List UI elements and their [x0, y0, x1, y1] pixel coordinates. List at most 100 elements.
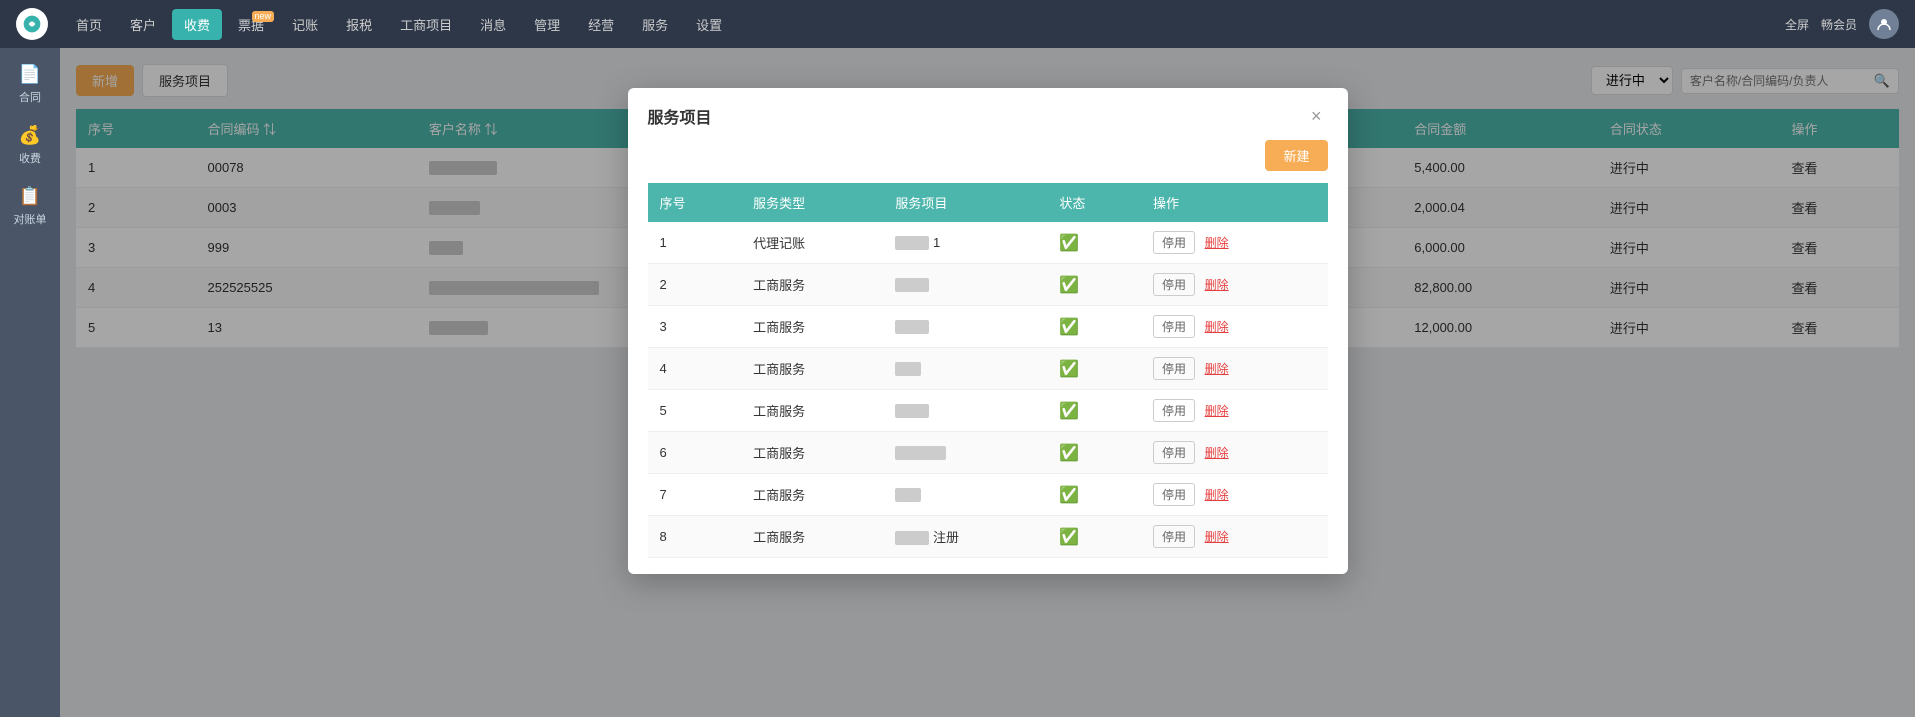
stop-button[interactable]: 停用	[1153, 231, 1195, 254]
modal-table-row: 6 工商服务 ██████ ✅ 停用 删除	[648, 432, 1328, 474]
modal-close-button[interactable]: ×	[1305, 105, 1328, 127]
status-check-icon: ✅	[1059, 319, 1079, 336]
modal-title: 服务项目	[648, 104, 712, 128]
sidebar-item-contract-label: 合同	[19, 89, 41, 105]
modal-cell-item: ████	[883, 390, 1047, 432]
modal-table-row: 3 工商服务 ████ ✅ 停用 删除	[648, 306, 1328, 348]
modal-col-type: 服务类型	[741, 183, 883, 222]
modal-body: 序号 服务类型 服务项目 状态 操作 1 代理记账 ████ 1	[628, 183, 1348, 574]
modal-cell-type: 工商服务	[741, 306, 883, 348]
stop-button[interactable]: 停用	[1153, 483, 1195, 506]
modal-table-row: 8 工商服务 ████ 注册 ✅ 停用 删除	[648, 516, 1328, 558]
modal-cell-item: ████ 注册	[883, 516, 1047, 558]
nav-industry[interactable]: 工商项目	[388, 9, 464, 40]
status-check-icon: ✅	[1059, 403, 1079, 420]
modal-table-row: 2 工商服务 ████ ✅ 停用 删除	[648, 264, 1328, 306]
modal-table-row: 4 工商服务 ███ ✅ 停用 删除	[648, 348, 1328, 390]
modal-cell-actions: 停用 删除	[1141, 222, 1328, 264]
modal-cell-item: ████	[883, 306, 1047, 348]
modal-cell-item: ██████	[883, 432, 1047, 474]
modal-cell-status: ✅	[1047, 306, 1141, 348]
statement-icon: 📋	[19, 186, 41, 207]
service-items-modal: 服务项目 × 新建 序号 服务类型 服务项目 状态	[628, 88, 1348, 574]
sidebar-item-contract[interactable]: 📄 合同	[4, 56, 56, 113]
modal-cell-status: ✅	[1047, 390, 1141, 432]
nav-invoice[interactable]: 票据 new	[226, 9, 276, 40]
modal-cell-no: 5	[648, 390, 742, 432]
modal-cell-no: 6	[648, 432, 742, 474]
modal-cell-type: 工商服务	[741, 474, 883, 516]
modal-cell-item: ███	[883, 348, 1047, 390]
modal-header: 服务项目 ×	[628, 88, 1348, 136]
main-content: 新增 服务项目 进行中 全部 已结束 🔍 序号 合同编	[60, 48, 1915, 717]
status-check-icon: ✅	[1059, 487, 1079, 504]
modal-cell-no: 8	[648, 516, 742, 558]
user-avatar[interactable]	[1869, 9, 1899, 39]
sidebar-item-fee-label: 收费	[19, 150, 41, 166]
modal-cell-type: 工商服务	[741, 432, 883, 474]
modal-cell-actions: 停用 删除	[1141, 390, 1328, 432]
nav-service[interactable]: 服务	[630, 9, 680, 40]
modal-cell-actions: 停用 删除	[1141, 516, 1328, 558]
modal-col-no: 序号	[648, 183, 742, 222]
stop-button[interactable]: 停用	[1153, 357, 1195, 380]
modal-cell-actions: 停用 删除	[1141, 432, 1328, 474]
modal-cell-type: 工商服务	[741, 516, 883, 558]
modal-cell-no: 3	[648, 306, 742, 348]
modal-cell-no: 4	[648, 348, 742, 390]
sidebar-item-fee[interactable]: 💰 收费	[4, 117, 56, 174]
modal-table-row: 7 工商服务 ███ ✅ 停用 删除	[648, 474, 1328, 516]
top-nav-right: 全屏 畅会员	[1785, 9, 1899, 39]
nav-fee[interactable]: 收费	[172, 9, 222, 40]
modal-col-status: 状态	[1047, 183, 1141, 222]
top-navigation: 首页 客户 收费 票据 new 记账 报税 工商项目 消息 管理 经营 服务 设…	[0, 0, 1915, 48]
status-check-icon: ✅	[1059, 235, 1079, 252]
stop-button[interactable]: 停用	[1153, 273, 1195, 296]
nav-bookkeeping[interactable]: 记账	[280, 9, 330, 40]
delete-button[interactable]: 删除	[1205, 528, 1229, 545]
modal-col-action: 操作	[1141, 183, 1328, 222]
modal-cell-actions: 停用 删除	[1141, 264, 1328, 306]
fullscreen-btn[interactable]: 全屏	[1785, 16, 1809, 33]
stop-button[interactable]: 停用	[1153, 441, 1195, 464]
modal-cell-no: 7	[648, 474, 742, 516]
nav-settings[interactable]: 设置	[684, 9, 734, 40]
delete-button[interactable]: 删除	[1205, 402, 1229, 419]
status-check-icon: ✅	[1059, 529, 1079, 546]
modal-cell-item: ████ 1	[883, 222, 1047, 264]
member-btn[interactable]: 畅会员	[1821, 16, 1857, 33]
modal-cell-actions: 停用 删除	[1141, 474, 1328, 516]
modal-cell-type: 工商服务	[741, 264, 883, 306]
delete-button[interactable]: 删除	[1205, 234, 1229, 251]
nav-customer[interactable]: 客户	[118, 9, 168, 40]
modal-service-table: 序号 服务类型 服务项目 状态 操作 1 代理记账 ████ 1	[648, 183, 1328, 558]
delete-button[interactable]: 删除	[1205, 276, 1229, 293]
stop-button[interactable]: 停用	[1153, 525, 1195, 548]
delete-button[interactable]: 删除	[1205, 444, 1229, 461]
nav-tax[interactable]: 报税	[334, 9, 384, 40]
modal-new-button[interactable]: 新建	[1265, 140, 1327, 171]
nav-business[interactable]: 经营	[576, 9, 626, 40]
modal-cell-no: 1	[648, 222, 742, 264]
delete-button[interactable]: 删除	[1205, 360, 1229, 377]
modal-cell-actions: 停用 删除	[1141, 348, 1328, 390]
sidebar-item-statement[interactable]: 📋 对账单	[4, 178, 56, 235]
modal-cell-status: ✅	[1047, 348, 1141, 390]
nav-manage[interactable]: 管理	[522, 9, 572, 40]
nav-message[interactable]: 消息	[468, 9, 518, 40]
nav-home[interactable]: 首页	[64, 9, 114, 40]
sidebar-item-statement-label: 对账单	[14, 211, 47, 227]
delete-button[interactable]: 删除	[1205, 318, 1229, 335]
status-check-icon: ✅	[1059, 361, 1079, 378]
fee-icon: 💰	[19, 125, 41, 146]
modal-cell-type: 工商服务	[741, 348, 883, 390]
modal-cell-status: ✅	[1047, 474, 1141, 516]
delete-button[interactable]: 删除	[1205, 486, 1229, 503]
modal-cell-item: ████	[883, 264, 1047, 306]
modal-toolbar: 新建	[628, 136, 1348, 183]
stop-button[interactable]: 停用	[1153, 315, 1195, 338]
contract-icon: 📄	[19, 64, 41, 85]
main-layout: 📄 合同 💰 收费 📋 对账单 新增 服务项目 进行中 全部 已结束	[0, 48, 1915, 717]
modal-cell-status: ✅	[1047, 432, 1141, 474]
stop-button[interactable]: 停用	[1153, 399, 1195, 422]
